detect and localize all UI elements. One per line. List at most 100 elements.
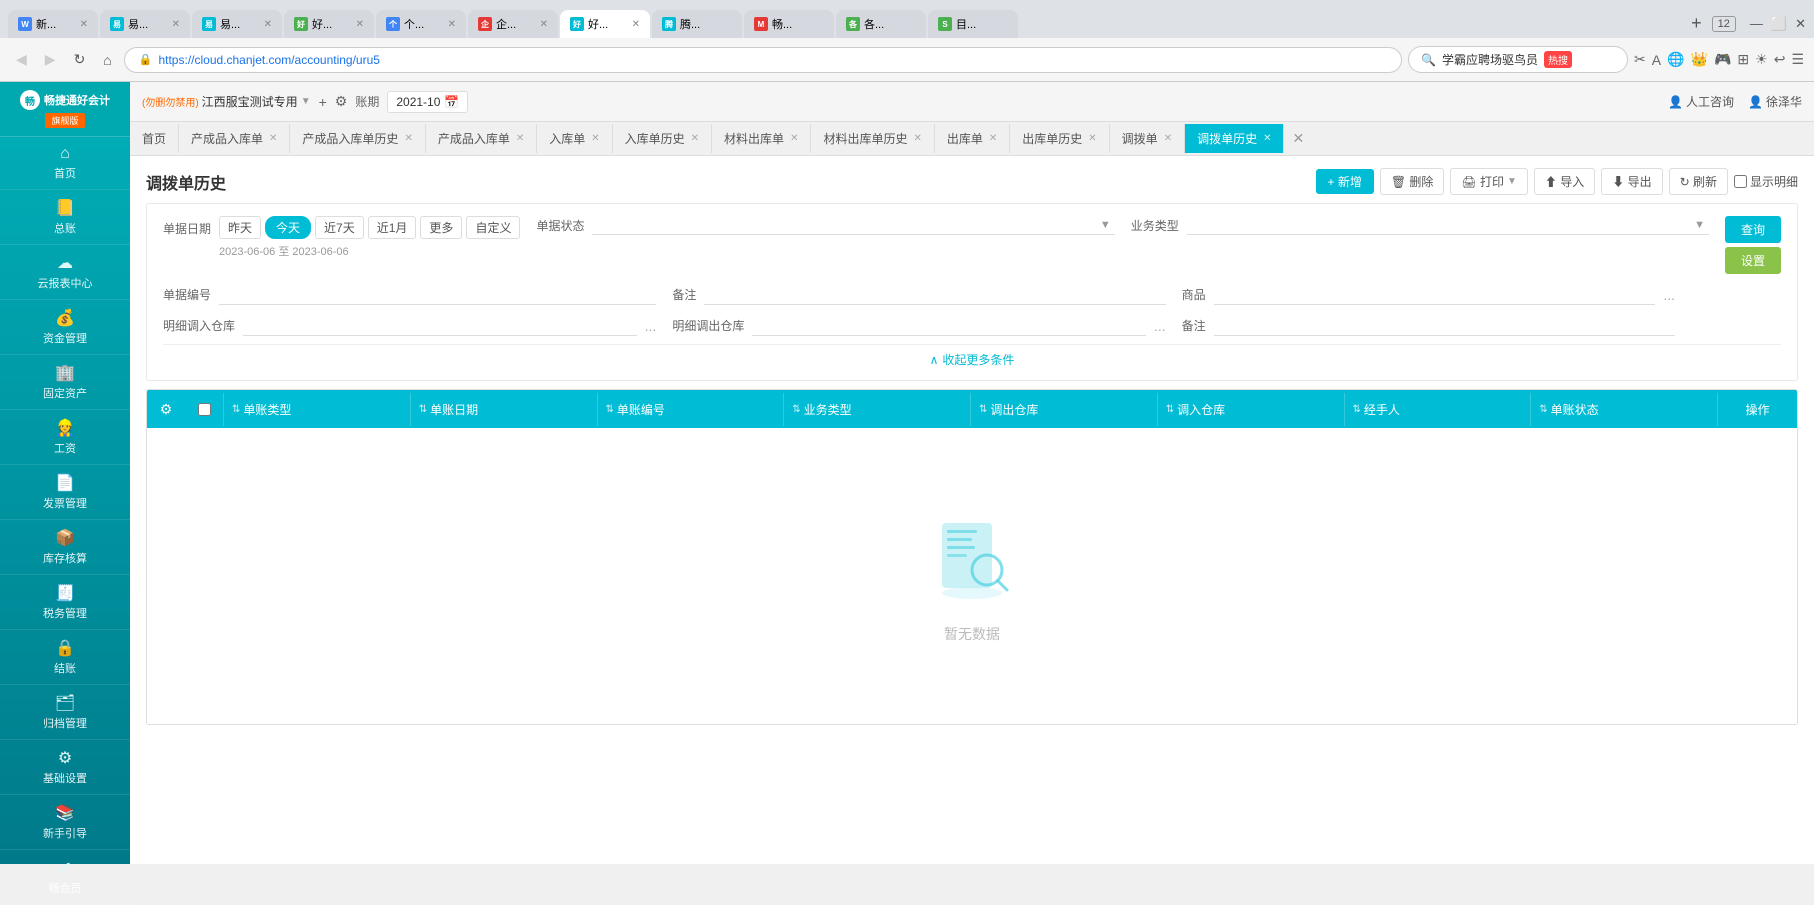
doc-num-input[interactable] (219, 284, 656, 305)
close-all-btn[interactable]: ✕ (1284, 130, 1312, 147)
browser-tab-5[interactable]: 个 个... ✕ (376, 10, 466, 38)
browser-tab-4[interactable]: 好 好... ✕ (284, 10, 374, 38)
status-select[interactable]: ▼ (592, 216, 1114, 235)
browser-tab-1[interactable]: W 新... ✕ (8, 10, 98, 38)
period-selector[interactable]: 2021-10 📅 (387, 91, 468, 113)
sidebar-item-capital[interactable]: 💰 资金管理 (0, 300, 130, 355)
detail-out-input[interactable] (752, 315, 1146, 336)
detail-out-label: 明细调出仓库 (672, 317, 744, 334)
detail-in-input[interactable] (243, 315, 637, 336)
refresh-button[interactable]: ↻ (68, 47, 92, 72)
print-btn[interactable]: 🖨 打印 ▼ (1450, 168, 1527, 195)
custom-btn[interactable]: 自定义 (466, 216, 520, 239)
page-tab-in_order[interactable]: 入库单 ✕ (537, 124, 612, 153)
browser-tab-10[interactable]: 各 各... (836, 10, 926, 38)
detail-out-dots[interactable]: ... (1154, 318, 1166, 334)
back-button[interactable]: ◀ (10, 47, 33, 72)
sidebar-item-ledger[interactable]: 📒 总账 (0, 190, 130, 245)
browser-tab-6[interactable]: 企 企... ✕ (468, 10, 558, 38)
browser-search[interactable]: 🔍 学霸应聘场驱鸟员 热搜 (1408, 46, 1628, 73)
browser-tab-11[interactable]: S 目... (928, 10, 1018, 38)
th-number[interactable]: ⇅ 单账编号 (597, 393, 784, 426)
service-btn[interactable]: 👤 人工咨询 (1668, 93, 1734, 110)
add-company-btn[interactable]: + (319, 94, 327, 110)
sidebar-item-guide[interactable]: 📚 新手引导 (0, 795, 130, 850)
detail-in-dots[interactable]: ... (645, 318, 657, 334)
user-menu[interactable]: 👤 徐泽华 (1748, 93, 1802, 110)
th-date[interactable]: ⇅ 单账日期 (410, 393, 597, 426)
sidebar-item-inventory[interactable]: 📦 库存核算 (0, 520, 130, 575)
new-tab-button[interactable]: + (1687, 13, 1706, 34)
query-btn[interactable]: 查询 (1725, 216, 1781, 243)
sidebar-item-settings[interactable]: ⚙ 基础设置 (0, 740, 130, 795)
today-btn[interactable]: 今天 (265, 216, 311, 239)
export-btn[interactable]: ⬇ 导出 (1601, 168, 1662, 195)
page-tab-produce_in_history[interactable]: 产成品入库单历史 ✕ (290, 124, 425, 153)
ledger-label: 总账 (54, 220, 76, 236)
browser-tab-8[interactable]: 腾 腾... (652, 10, 742, 38)
yesterday-btn[interactable]: 昨天 (219, 216, 261, 239)
th-biz_type[interactable]: ⇅ 业务类型 (783, 393, 970, 426)
sidebar-item-fixed_assets[interactable]: 🏢 固定资产 (0, 355, 130, 410)
browser-tab-3[interactable]: 易 易... ✕ (192, 10, 282, 38)
forward-button[interactable]: ▶ (39, 47, 62, 72)
goods-dots[interactable]: ... (1663, 287, 1675, 303)
th-status[interactable]: ⇅ 单账状态 (1530, 393, 1717, 426)
sidebar-item-tax[interactable]: 🧾 税务管理 (0, 575, 130, 630)
page-tab-in_history[interactable]: 入库单历史 ✕ (613, 124, 712, 153)
import-btn[interactable]: ⬆ 导入 (1534, 168, 1595, 195)
delete-btn[interactable]: 🗑 删除 (1380, 168, 1445, 195)
page-tab-out_order[interactable]: 出库单 ✕ (935, 124, 1010, 153)
browser-tab-7[interactable]: 好 好... ✕ (560, 10, 650, 38)
browser-tab-2[interactable]: 易 易... ✕ (100, 10, 190, 38)
display-detail-checkbox[interactable]: 显示明细 (1734, 173, 1798, 190)
type-select[interactable]: ▼ (1187, 216, 1709, 235)
th-settings[interactable]: ⚙ (147, 393, 185, 426)
select-all-checkbox[interactable] (198, 403, 211, 416)
settings-btn[interactable]: ⚙ (335, 93, 348, 110)
th-actions: 操作 (1717, 393, 1797, 426)
th-out_warehouse[interactable]: ⇅ 调出仓库 (970, 393, 1157, 426)
sidebar-item-invoice[interactable]: 📄 发票管理 (0, 465, 130, 520)
tax-icon: 🧾 (55, 583, 75, 603)
th-in_warehouse[interactable]: ⇅ 调入仓库 (1157, 393, 1344, 426)
company-name: 江西服宝测试专用 (202, 93, 298, 110)
table-container: ⚙ ⇅ 单账类型 ⇅ 单账日期 ⇅ 单账编号 ⇅ 业务类型 ⇅ 调出仓库 ⇅ 调… (146, 389, 1798, 725)
month-btn[interactable]: 近1月 (368, 216, 417, 239)
page-tab-out_history[interactable]: 出库单历史 ✕ (1010, 124, 1109, 153)
company-selector[interactable]: (勿删勿禁用) 江西服宝测试专用 ▼ (142, 93, 311, 110)
th-handler[interactable]: ⇅ 经手人 (1344, 393, 1531, 426)
page-tab-produce_in[interactable]: 产成品入库单 ✕ (179, 124, 290, 153)
member-label: 畅会员 (49, 880, 82, 896)
browser-tab-9[interactable]: M 畅... (744, 10, 834, 38)
week-btn[interactable]: 近7天 (315, 216, 364, 239)
sidebar-item-home[interactable]: ⌂ 首页 (0, 137, 130, 190)
th-type[interactable]: ⇅ 单账类型 (223, 393, 410, 426)
page-tab-transfer[interactable]: 调拨单 ✕ (1110, 124, 1185, 153)
display-checkbox[interactable] (1734, 175, 1747, 188)
settings-filter-btn[interactable]: 设置 (1725, 247, 1781, 274)
collapse-btn[interactable]: ∧ 收起更多条件 (930, 351, 1015, 368)
sidebar-item-payroll[interactable]: 👷 工资 (0, 410, 130, 465)
sort-icon: ⇅ (979, 404, 987, 415)
more-btn[interactable]: 更多 (420, 216, 462, 239)
detail-note-input[interactable] (1214, 315, 1675, 336)
sort-icon: ⇅ (1353, 404, 1361, 415)
sidebar-item-cloud_report[interactable]: ☁ 云报表中心 (0, 245, 130, 300)
home-button[interactable]: ⌂ (97, 48, 117, 72)
sidebar-item-closing[interactable]: 🔒 结账 (0, 630, 130, 685)
goods-input[interactable] (1214, 284, 1656, 305)
th-checkbox[interactable] (185, 395, 223, 424)
address-bar[interactable]: 🔒 https://cloud.chanjet.com/accounting/u… (124, 47, 1402, 73)
sidebar-item-archive[interactable]: 🗂 归档管理 (0, 685, 130, 740)
page-tab-produce_in2[interactable]: 产成品入库单 ✕ (426, 124, 537, 153)
settings-label: 基础设置 (43, 770, 87, 786)
page-tab-material_out_history[interactable]: 材料出库单历史 ✕ (811, 124, 934, 153)
page-tab-transfer_history[interactable]: 调拨单历史 ✕ (1185, 124, 1284, 153)
page-tab-material_out[interactable]: 材料出库单 ✕ (712, 124, 811, 153)
payroll-icon: 👷 (55, 418, 75, 438)
page-tab-home[interactable]: 首页 (130, 124, 179, 153)
new-btn[interactable]: + 新增 (1316, 169, 1374, 194)
note-input[interactable] (704, 284, 1165, 305)
refresh-btn[interactable]: ↻ 刷新 (1669, 168, 1728, 195)
